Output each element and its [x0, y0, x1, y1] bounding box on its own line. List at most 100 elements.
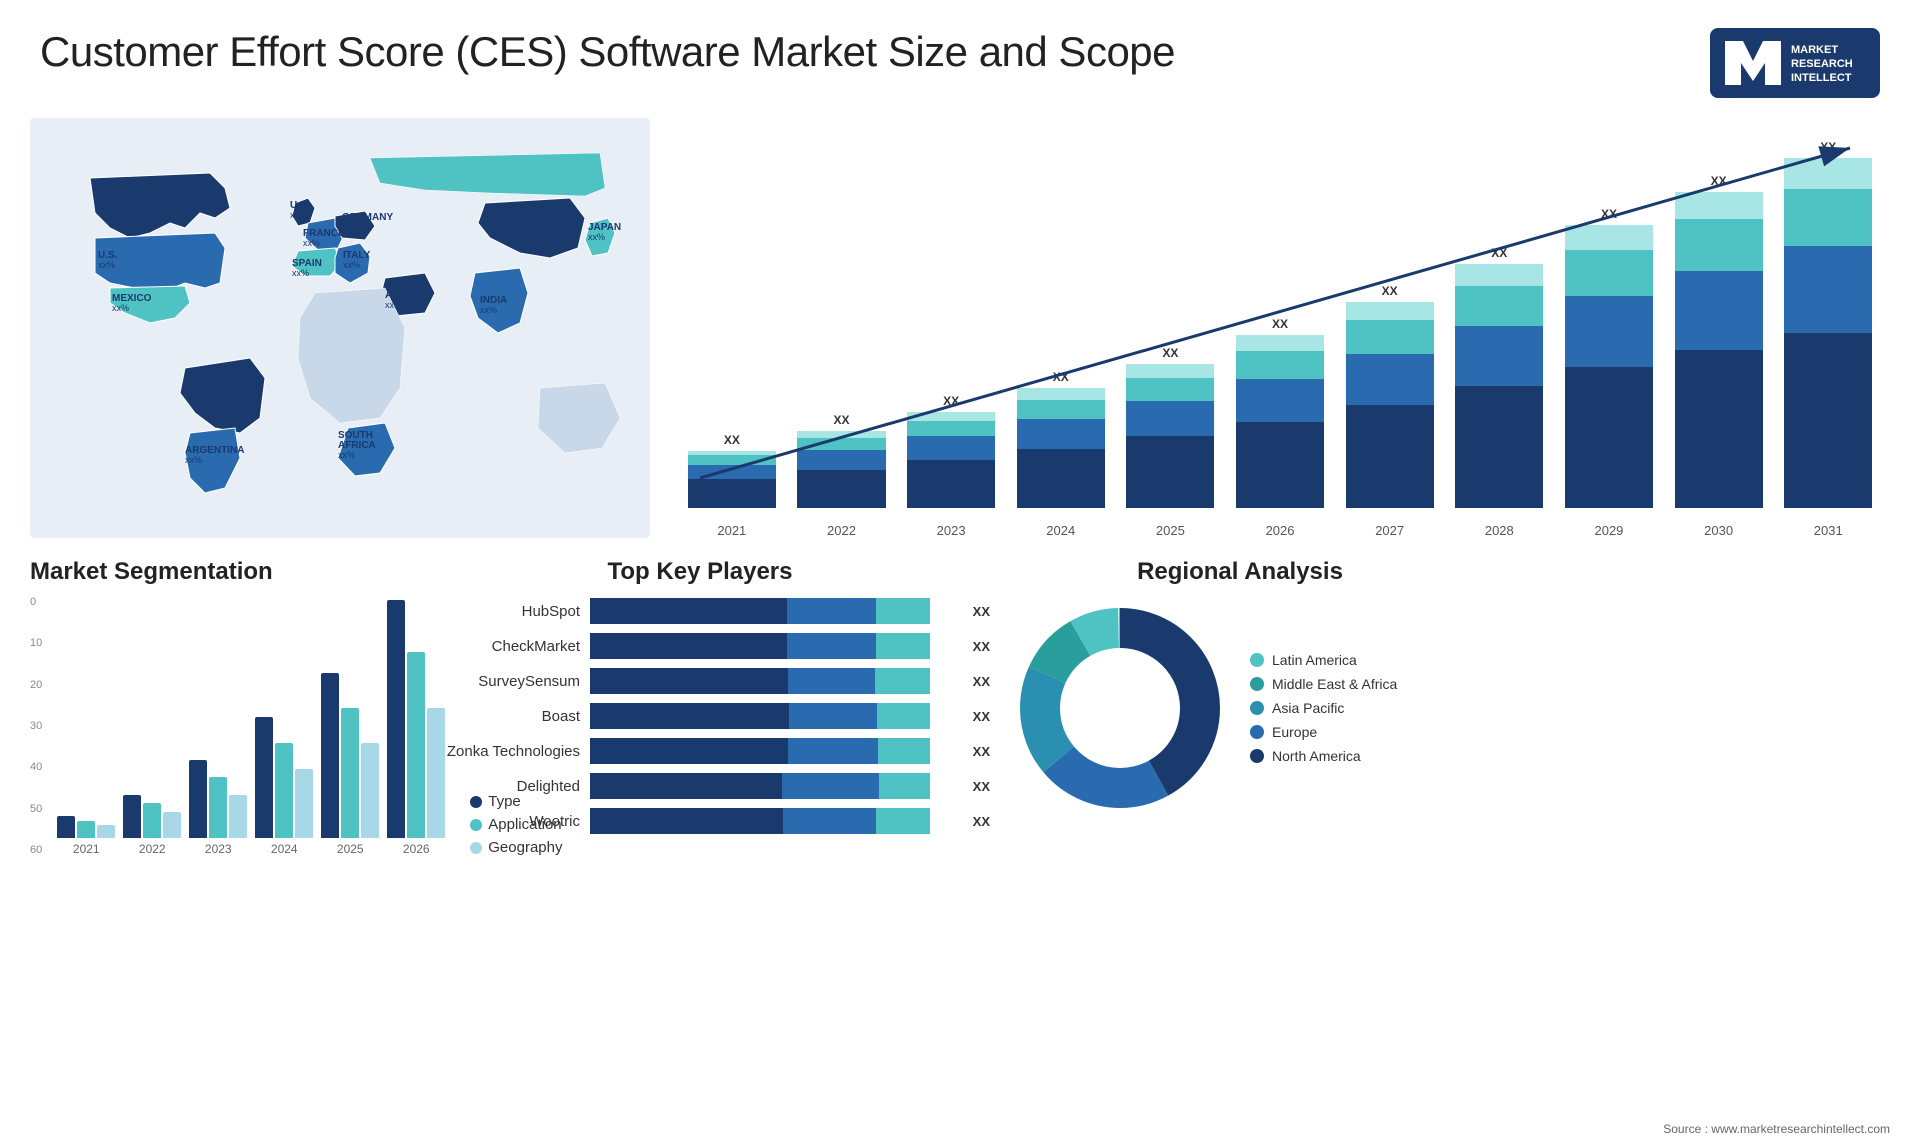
seg-year-2024: 2024: [271, 842, 298, 856]
svg-text:xx%: xx%: [290, 210, 307, 220]
seg-y-50: 50: [30, 803, 42, 815]
bar-seg-2030-1: [1675, 271, 1763, 350]
player-name-2: SurveySensum: [410, 673, 580, 690]
legend-europe: Europe: [1250, 724, 1397, 740]
segmentation-chart-area: 60 50 40 30 20 10 0 20212022202320242025…: [30, 596, 390, 856]
player-bar-wrap-4: [590, 738, 957, 764]
page-title: Customer Effort Score (CES) Software Mar…: [40, 28, 1175, 76]
bar-seg-2021-1: [688, 465, 776, 479]
seg-bar-2024-1: [275, 743, 293, 838]
bar-seg-2029-3: [1565, 225, 1653, 250]
bar-group-2022: XX: [790, 118, 894, 508]
bar-group-2024: XX: [1009, 118, 1113, 508]
bar-top-label-2031: XX: [1820, 140, 1836, 154]
player-val-2: XX: [973, 674, 990, 689]
player-bar-wrap-3: [590, 703, 957, 729]
player-val-6: XX: [973, 814, 990, 829]
bar-seg-2027-3: [1346, 302, 1434, 320]
seg-bar-2025-0: [321, 673, 339, 838]
year-label-2026: 2026: [1228, 523, 1332, 538]
legend-north-america: North America: [1250, 748, 1397, 764]
player-row-2: SurveySensum XX: [410, 668, 990, 694]
bar-seg-2026-2: [1236, 351, 1324, 379]
bar-seg-2024-1: [1017, 419, 1105, 449]
player-bar-seg-3-1: [789, 703, 877, 729]
bar-stack-2030: [1675, 192, 1763, 508]
seg-bars-year-2025: [321, 673, 379, 838]
player-bar-seg-5-2: [879, 773, 930, 799]
regional-title: Regional Analysis: [1010, 558, 1470, 586]
svg-text:xx%: xx%: [480, 305, 497, 315]
seg-col-2024: 2024: [255, 717, 313, 856]
bar-chart-section: XXXXXXXXXXXXXXXXXXXXXX 20212022202320242…: [650, 118, 1890, 548]
logo-svg: MARKET RESEARCH INTELLECT: [1715, 31, 1875, 95]
year-label-2031: 2031: [1776, 523, 1880, 538]
year-label-2023: 2023: [899, 523, 1003, 538]
svg-text:xx%: xx%: [502, 215, 519, 225]
year-label-2030: 2030: [1667, 523, 1771, 538]
svg-text:xx%: xx%: [343, 260, 360, 270]
bar-stack-2023: [907, 412, 995, 508]
bar-seg-2023-1: [907, 436, 995, 460]
players-list: HubSpotXXCheckMarketXXSurveySensumXXBoas…: [410, 598, 990, 834]
world-map-svg: CANADA xx% U.S. xx% MEXICO xx% BRAZIL xx…: [30, 118, 650, 538]
svg-text:xx%: xx%: [292, 268, 309, 278]
bar-seg-2025-2: [1126, 378, 1214, 401]
player-val-4: XX: [973, 744, 990, 759]
bar-stack-2031: [1784, 158, 1872, 508]
svg-text:xx%: xx%: [112, 303, 129, 313]
seg-bars-year-2024: [255, 717, 313, 838]
bar-top-label-2023: XX: [943, 394, 959, 408]
bar-group-2026: XX: [1228, 118, 1332, 508]
player-row-5: DelightedXX: [410, 773, 990, 799]
player-bar-seg-1-0: [590, 633, 787, 659]
bar-seg-2024-2: [1017, 400, 1105, 419]
bar-group-2025: XX: [1119, 118, 1223, 508]
bar-top-label-2030: XX: [1711, 174, 1727, 188]
north-america-color: [1250, 749, 1264, 763]
key-players-section: Top Key Players HubSpotXXCheckMarketXXSu…: [410, 558, 990, 856]
year-label-2024: 2024: [1009, 523, 1113, 538]
bar-seg-2027-0: [1346, 405, 1434, 508]
seg-y-10: 10: [30, 637, 42, 649]
key-players-title: Top Key Players: [410, 558, 990, 586]
player-bar-seg-0-2: [876, 598, 930, 624]
north-america-label: North America: [1272, 748, 1361, 764]
player-bar-wrap-1: [590, 633, 957, 659]
europe-label: Europe: [1272, 724, 1317, 740]
player-bar-seg-5-0: [590, 773, 782, 799]
bar-stack-2021: [688, 451, 776, 509]
bar-stack-2029: [1565, 225, 1653, 508]
player-row-3: BoastXX: [410, 703, 990, 729]
bar-stack-2028: [1455, 264, 1543, 508]
bar-seg-2022-2: [797, 438, 885, 450]
player-bar-wrap-2: [590, 668, 957, 694]
player-name-4: Zonka Technologies: [410, 743, 580, 760]
player-bar-seg-2-2: [875, 668, 930, 694]
bar-stack-2026: [1236, 335, 1324, 508]
svg-text:xx%: xx%: [98, 260, 115, 270]
bar-seg-2023-0: [907, 460, 995, 508]
svg-text:xx%: xx%: [188, 390, 205, 400]
bar-seg-2024-0: [1017, 449, 1105, 508]
bar-group-2023: XX: [899, 118, 1003, 508]
player-bar-seg-6-1: [783, 808, 876, 834]
bar-seg-2027-1: [1346, 354, 1434, 406]
bar-seg-2028-3: [1455, 264, 1543, 286]
seg-year-2022: 2022: [139, 842, 166, 856]
player-bar-seg-4-0: [590, 738, 788, 764]
seg-bar-2024-0: [255, 717, 273, 838]
bar-top-label-2026: XX: [1272, 317, 1288, 331]
seg-col-2022: 2022: [123, 795, 181, 856]
player-bar-seg-1-2: [876, 633, 930, 659]
bar-seg-2023-3: [907, 412, 995, 421]
regional-section: Regional Analysis Latin America: [1010, 558, 1470, 856]
player-row-4: Zonka Technologies XX: [410, 738, 990, 764]
bar-group-2030: XX: [1667, 118, 1771, 508]
svg-text:xx%: xx%: [588, 232, 605, 242]
bar-seg-2022-0: [797, 470, 885, 508]
svg-text:INTELLECT: INTELLECT: [1791, 72, 1852, 84]
player-name-6: Wootric: [410, 813, 580, 830]
player-bar-seg-3-0: [590, 703, 789, 729]
svg-text:xx%: xx%: [385, 300, 402, 310]
